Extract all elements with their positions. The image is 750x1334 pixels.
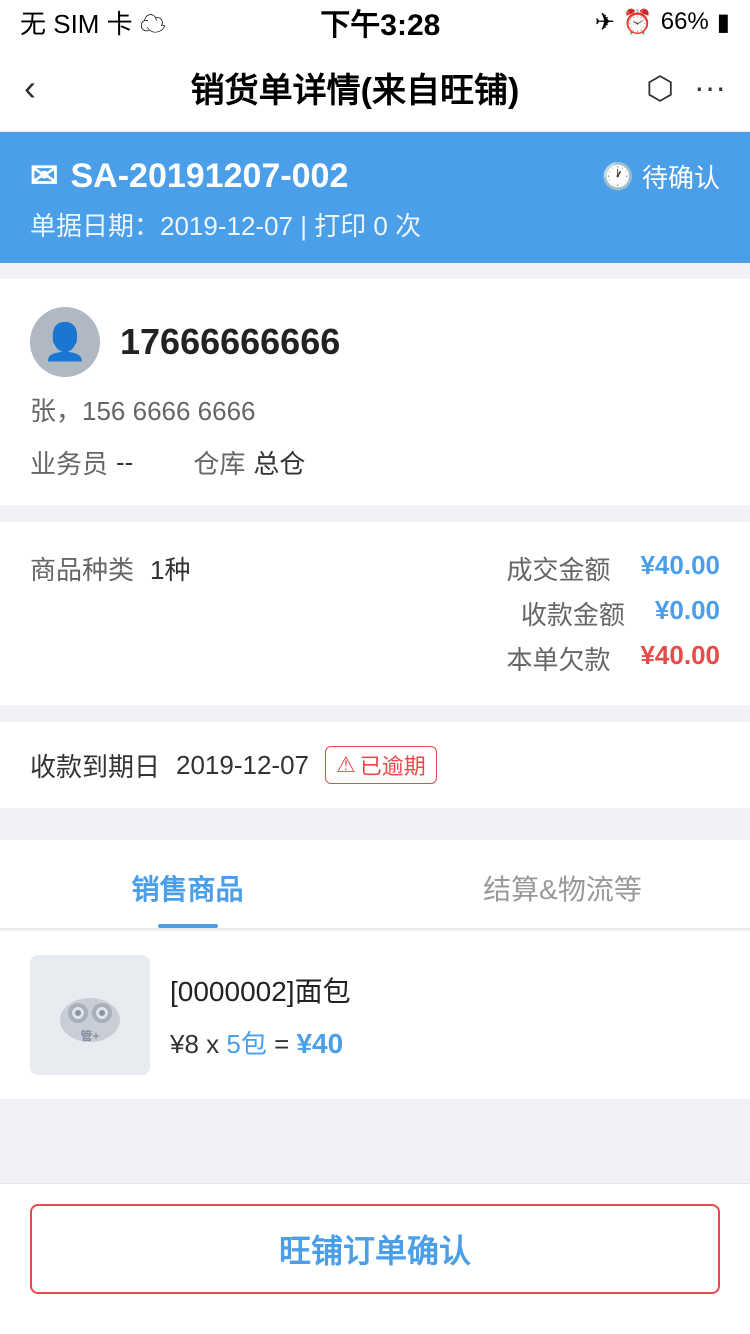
status-time: 下午3:28 (320, 0, 440, 44)
product-name: [0000002]面包 (170, 970, 720, 1010)
order-date: 单据日期：2019-12-07 | 打印 0 次 (30, 206, 720, 243)
order-id-icon: ✉ (30, 156, 59, 196)
battery-icon: ▮ (717, 8, 730, 37)
status-clock-icon: 🕐 (602, 161, 634, 192)
status-text: 待确认 (642, 158, 720, 195)
owed-value: ¥40.00 (640, 640, 720, 677)
amount-summary: 成交金额 ¥40.00 收款金额 ¥0.00 本单欠款 ¥40.00 (506, 550, 720, 677)
customer-meta: 业务员 -- 仓库 总仓 (30, 444, 720, 481)
due-date: 2019-12-07 (176, 750, 309, 781)
due-card: 收款到期日 2019-12-07 ⚠ 已逾期 (0, 722, 750, 808)
price-base: ¥8 x (170, 1029, 226, 1059)
sales-label: 业务员 (30, 444, 108, 481)
product-logo-icon: 管+ (50, 985, 130, 1045)
tab-sales-goods[interactable]: 销售商品 (0, 840, 375, 928)
page-title: 销货单详情(来自旺铺) (84, 63, 626, 112)
nav-bar: ‹ 销货单详情(来自旺铺) ⬡ ··· (0, 44, 750, 132)
amount-value: ¥40.00 (640, 550, 720, 587)
summary-card: 商品种类 1种 成交金额 ¥40.00 收款金额 ¥0.00 本单欠款 ¥40.… (0, 522, 750, 705)
sales-value: -- (116, 447, 133, 478)
amount-label: 成交金额 (506, 550, 610, 587)
tab-sales-goods-label: 销售商品 (131, 874, 243, 905)
navigation-icon: ✈ (595, 8, 615, 37)
customer-top: 👤 17666666666 (30, 307, 720, 377)
section-gap-2 (0, 824, 750, 840)
order-header: ✉ SA-20191207-002 🕐 待确认 单据日期：2019-12-07 … (0, 132, 750, 263)
status-right: ✈ ⏰ 66% ▮ (595, 8, 730, 37)
status-bar: 无 SIM 卡 ☁ 下午3:28 ✈ ⏰ 66% ▮ (0, 0, 750, 44)
price-equals: = (267, 1029, 297, 1059)
warehouse: 仓库 总仓 (193, 444, 305, 481)
category-label: 商品种类 (30, 550, 134, 587)
category-value: 1种 (150, 550, 190, 587)
bottom-bar: 旺铺订单确认 (0, 1183, 750, 1334)
confirm-order-button[interactable]: 旺铺订单确认 (30, 1204, 720, 1294)
product-price: ¥8 x 5包 = ¥40 (170, 1024, 720, 1061)
share-icon[interactable]: ⬡ (646, 69, 674, 107)
category-info: 商品种类 1种 (30, 550, 190, 587)
overdue-icon: ⚠ (336, 752, 356, 778)
order-id: ✉ SA-20191207-002 (30, 156, 348, 196)
svg-text:管+: 管+ (80, 1028, 99, 1043)
battery-level: 66% (661, 8, 709, 36)
received-label: 收款金额 (521, 595, 625, 632)
product-thumbnail: 管+ (30, 955, 150, 1075)
warehouse-value: 总仓 (253, 444, 305, 481)
product-info: [0000002]面包 ¥8 x 5包 = ¥40 (170, 970, 720, 1061)
nav-actions: ⬡ ··· (626, 69, 726, 107)
warehouse-label: 仓库 (193, 444, 245, 481)
price-total: ¥40 (296, 1028, 343, 1059)
tabs: 销售商品 结算&物流等 (0, 840, 750, 929)
avatar-icon: 👤 (43, 321, 88, 363)
owed-row: 本单欠款 ¥40.00 (506, 640, 720, 677)
received-row: 收款金额 ¥0.00 (521, 595, 720, 632)
section-gap-1 (0, 263, 750, 279)
due-label: 收款到期日 (30, 747, 160, 784)
alarm-icon: ⏰ (623, 8, 653, 37)
received-value: ¥0.00 (655, 595, 720, 632)
tab-settlement[interactable]: 结算&物流等 (375, 840, 750, 928)
product-card: 管+ [0000002]面包 ¥8 x 5包 = ¥40 (0, 931, 750, 1099)
tab-settlement-label: 结算&物流等 (483, 874, 642, 905)
status-left: 无 SIM 卡 ☁ (20, 4, 166, 41)
amount-row: 成交金额 ¥40.00 (506, 550, 720, 587)
customer-card: 👤 17666666666 张，156 6666 6666 业务员 -- 仓库 … (0, 279, 750, 505)
avatar: 👤 (30, 307, 100, 377)
order-header-top: ✉ SA-20191207-002 🕐 待确认 (30, 156, 720, 196)
back-button[interactable]: ‹ (24, 67, 84, 109)
more-icon[interactable]: ··· (694, 69, 726, 106)
owed-label: 本单欠款 (506, 640, 610, 677)
order-id-text: SA-20191207-002 (71, 157, 349, 196)
order-status: 🕐 待确认 (602, 158, 720, 195)
confirm-order-label: 旺铺订单确认 (279, 1226, 471, 1272)
customer-name-phone: 张，156 6666 6666 (30, 391, 720, 428)
price-quantity: 5包 (226, 1029, 266, 1059)
overdue-text: 已逾期 (360, 749, 426, 781)
overdue-badge: ⚠ 已逾期 (325, 746, 437, 784)
customer-phone: 17666666666 (120, 321, 340, 363)
sales-person: 业务员 -- (30, 444, 133, 481)
